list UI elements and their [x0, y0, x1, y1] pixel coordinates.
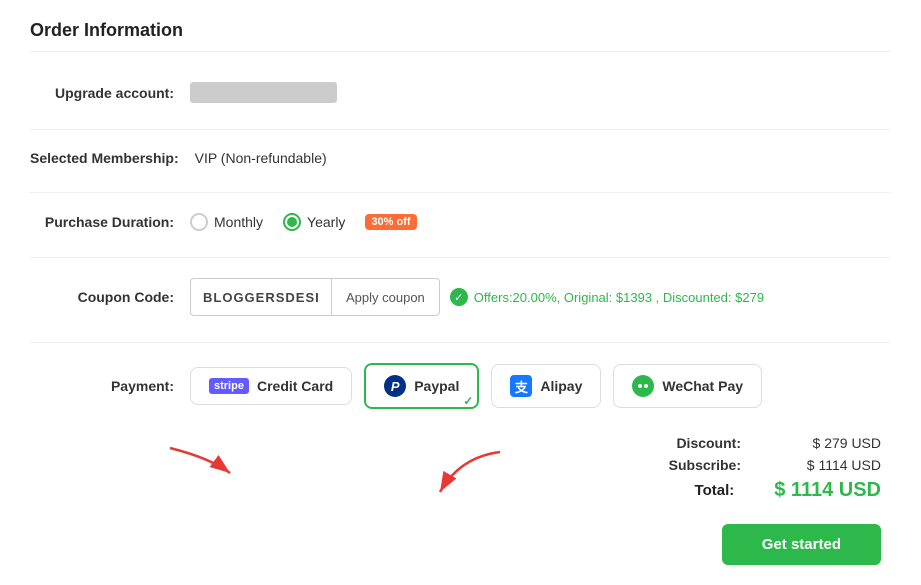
- duration-radio-group: Monthly Yearly 30% off: [190, 213, 417, 231]
- paypal-label: Paypal: [414, 378, 459, 394]
- purchase-duration-row: Purchase Duration: Monthly Yearly 30% of…: [30, 207, 891, 237]
- wechat-option[interactable]: WeChat Pay: [613, 364, 762, 408]
- upgrade-account-row: Upgrade account: ••••••••••••••••••••: [30, 76, 891, 109]
- subscribe-value: $ 1114 USD: [781, 457, 881, 473]
- total-value: $ 1114 USD: [774, 479, 881, 502]
- yearly-radio[interactable]: [283, 213, 301, 231]
- selected-membership-row: Selected Membership: VIP (Non-refundable…: [30, 144, 891, 172]
- upgrade-account-value: ••••••••••••••••••••: [190, 82, 891, 103]
- upgrade-account-label: Upgrade account:: [30, 85, 190, 101]
- discount-row: Discount: $ 279 USD: [501, 435, 881, 451]
- page-container: Order Information Upgrade account: •••••…: [0, 0, 921, 585]
- coupon-input[interactable]: [191, 282, 331, 313]
- stripe-badge: stripe: [209, 378, 249, 394]
- selected-membership-value: VIP (Non-refundable): [195, 150, 891, 166]
- divider-3: [30, 257, 891, 258]
- coupon-code-value: Apply coupon ✓ Offers:20.00%, Original: …: [190, 278, 891, 316]
- coupon-code-label: Coupon Code:: [30, 289, 190, 305]
- total-label: Total:: [654, 482, 734, 499]
- payment-row: Payment: stripe Credit Card P Paypal ✓ 支…: [30, 357, 891, 415]
- coupon-input-wrap: Apply coupon: [190, 278, 440, 316]
- purchase-duration-label: Purchase Duration:: [30, 214, 190, 230]
- monthly-label: Monthly: [214, 214, 263, 230]
- yearly-option[interactable]: Yearly: [283, 213, 345, 231]
- get-started-button[interactable]: Get started: [722, 524, 881, 565]
- selected-membership-label: Selected Membership:: [30, 150, 195, 166]
- discount-value: $ 279 USD: [781, 435, 881, 451]
- alipay-icon: 支: [510, 375, 532, 397]
- payment-options: stripe Credit Card P Paypal ✓ 支 Alipay: [190, 363, 762, 409]
- upgrade-account-blurred: ••••••••••••••••••••: [190, 82, 337, 103]
- discount-label: Discount:: [661, 435, 741, 451]
- purchase-duration-value: Monthly Yearly 30% off: [190, 213, 891, 231]
- divider-1: [30, 129, 891, 130]
- monthly-radio[interactable]: [190, 213, 208, 231]
- total-row: Total: $ 1114 USD: [501, 479, 881, 502]
- check-circle-icon: ✓: [450, 288, 468, 306]
- divider-4: [30, 342, 891, 343]
- membership-text: VIP (Non-refundable): [195, 150, 327, 166]
- paypal-selected-check: ✓: [463, 394, 473, 408]
- paypal-option[interactable]: P Paypal ✓: [364, 363, 479, 409]
- yearly-label: Yearly: [307, 214, 345, 230]
- coupon-success-message: ✓ Offers:20.00%, Original: $1393 , Disco…: [450, 288, 764, 306]
- monthly-option[interactable]: Monthly: [190, 213, 263, 231]
- payment-value: stripe Credit Card P Paypal ✓ 支 Alipay: [190, 363, 891, 409]
- wechat-icon: [632, 375, 654, 397]
- subscribe-label: Subscribe:: [661, 457, 741, 473]
- paypal-icon: P: [384, 375, 406, 397]
- summary-section: Discount: $ 279 USD Subscribe: $ 1114 US…: [30, 435, 891, 508]
- divider-2: [30, 192, 891, 193]
- alipay-option[interactable]: 支 Alipay: [491, 364, 601, 408]
- credit-card-label: Credit Card: [257, 378, 333, 394]
- discount-badge: 30% off: [365, 214, 416, 230]
- payment-label: Payment:: [30, 378, 190, 394]
- subscribe-row: Subscribe: $ 1114 USD: [501, 457, 881, 473]
- page-title: Order Information: [30, 20, 891, 52]
- wechat-label: WeChat Pay: [662, 378, 743, 394]
- arrow-discount: [160, 443, 240, 493]
- credit-card-option[interactable]: stripe Credit Card: [190, 367, 352, 405]
- coupon-success-text: Offers:20.00%, Original: $1393 , Discoun…: [474, 290, 764, 305]
- get-started-wrap: Get started: [30, 524, 891, 565]
- coupon-code-row: Coupon Code: Apply coupon ✓ Offers:20.00…: [30, 272, 891, 322]
- alipay-label: Alipay: [540, 378, 582, 394]
- apply-coupon-button[interactable]: Apply coupon: [332, 282, 439, 313]
